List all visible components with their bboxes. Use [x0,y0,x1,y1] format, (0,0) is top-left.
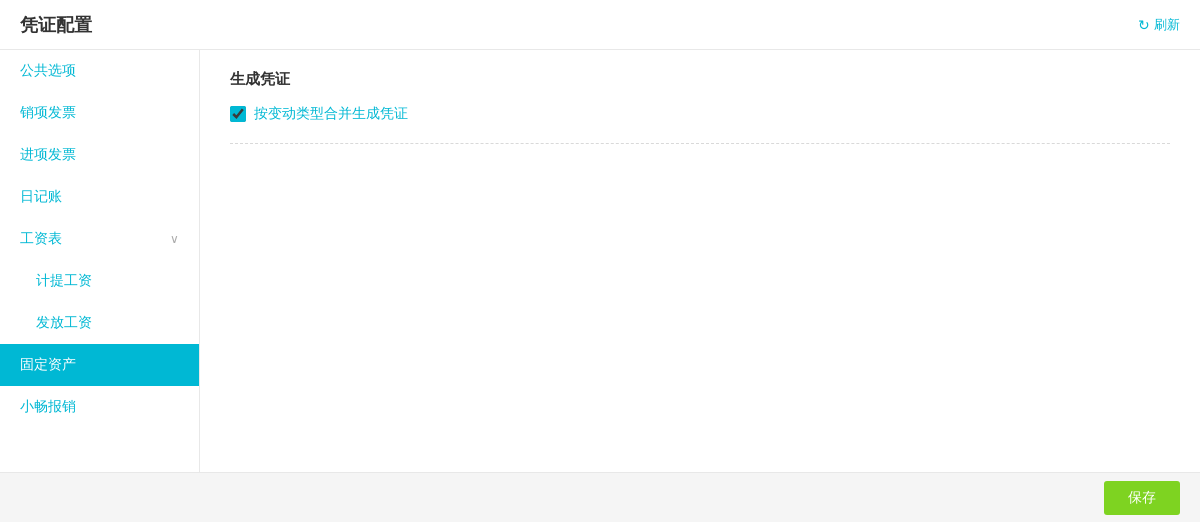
main-layout: 公共选项销项发票进项发票日记账工资表 ∨ 计提工资发放工资固定资产小畅报销 生成凭证… [0,50,1200,472]
sidebar-label-distribute-payroll: 发放工资 [36,314,92,332]
merge-voucher-label[interactable]: 按变动类型合并生成凭证 [254,105,408,123]
sidebar-label-accrual-payroll: 计提工资 [36,272,92,290]
sidebar-item-fixed-assets[interactable]: 固定资产 [0,344,199,386]
checkbox-row: 按变动类型合并生成凭证 [230,105,1170,123]
header: 凭证配置 ↻ 刷新 [0,0,1200,50]
sidebar-item-public-options[interactable]: 公共选项 [0,50,199,92]
section-title: 生成凭证 [230,70,1170,89]
sidebar-label-petty-expense: 小畅报销 [20,398,76,416]
save-button[interactable]: 保存 [1104,481,1180,515]
sidebar-item-distribute-payroll[interactable]: 发放工资 [0,302,199,344]
sidebar-item-purchase-invoice[interactable]: 进项发票 [0,134,199,176]
sidebar-item-payroll-table[interactable]: 工资表 ∨ [0,218,199,260]
sidebar-label-journal: 日记账 [20,188,62,206]
content-area: 生成凭证 按变动类型合并生成凭证 [200,50,1200,472]
refresh-label: 刷新 [1154,16,1180,34]
footer: 保存 [0,472,1200,522]
refresh-button[interactable]: ↻ 刷新 [1138,16,1180,34]
content-divider [230,143,1170,144]
page-title: 凭证配置 [20,13,92,37]
sidebar-label-payroll-table: 工资表 [20,230,62,248]
page-wrapper: 凭证配置 ↻ 刷新 公共选项销项发票进项发票日记账工资表 ∨ 计提工资发放工资固定资… [0,0,1200,522]
sidebar-item-petty-expense[interactable]: 小畅报销 [0,386,199,428]
sidebar-item-accrual-payroll[interactable]: 计提工资 [0,260,199,302]
sidebar-label-public-options: 公共选项 [20,62,76,80]
sidebar-item-journal[interactable]: 日记账 [0,176,199,218]
sidebar-label-sales-invoice: 销项发票 [20,104,76,122]
sidebar-label-fixed-assets: 固定资产 [20,356,76,374]
sidebar-label-purchase-invoice: 进项发票 [20,146,76,164]
refresh-icon: ↻ [1138,17,1150,33]
sidebar: 公共选项销项发票进项发票日记账工资表 ∨ 计提工资发放工资固定资产小畅报销 [0,50,200,472]
chevron-down-icon: ∨ [170,232,179,246]
sidebar-item-sales-invoice[interactable]: 销项发票 [0,92,199,134]
merge-voucher-checkbox[interactable] [230,106,246,122]
